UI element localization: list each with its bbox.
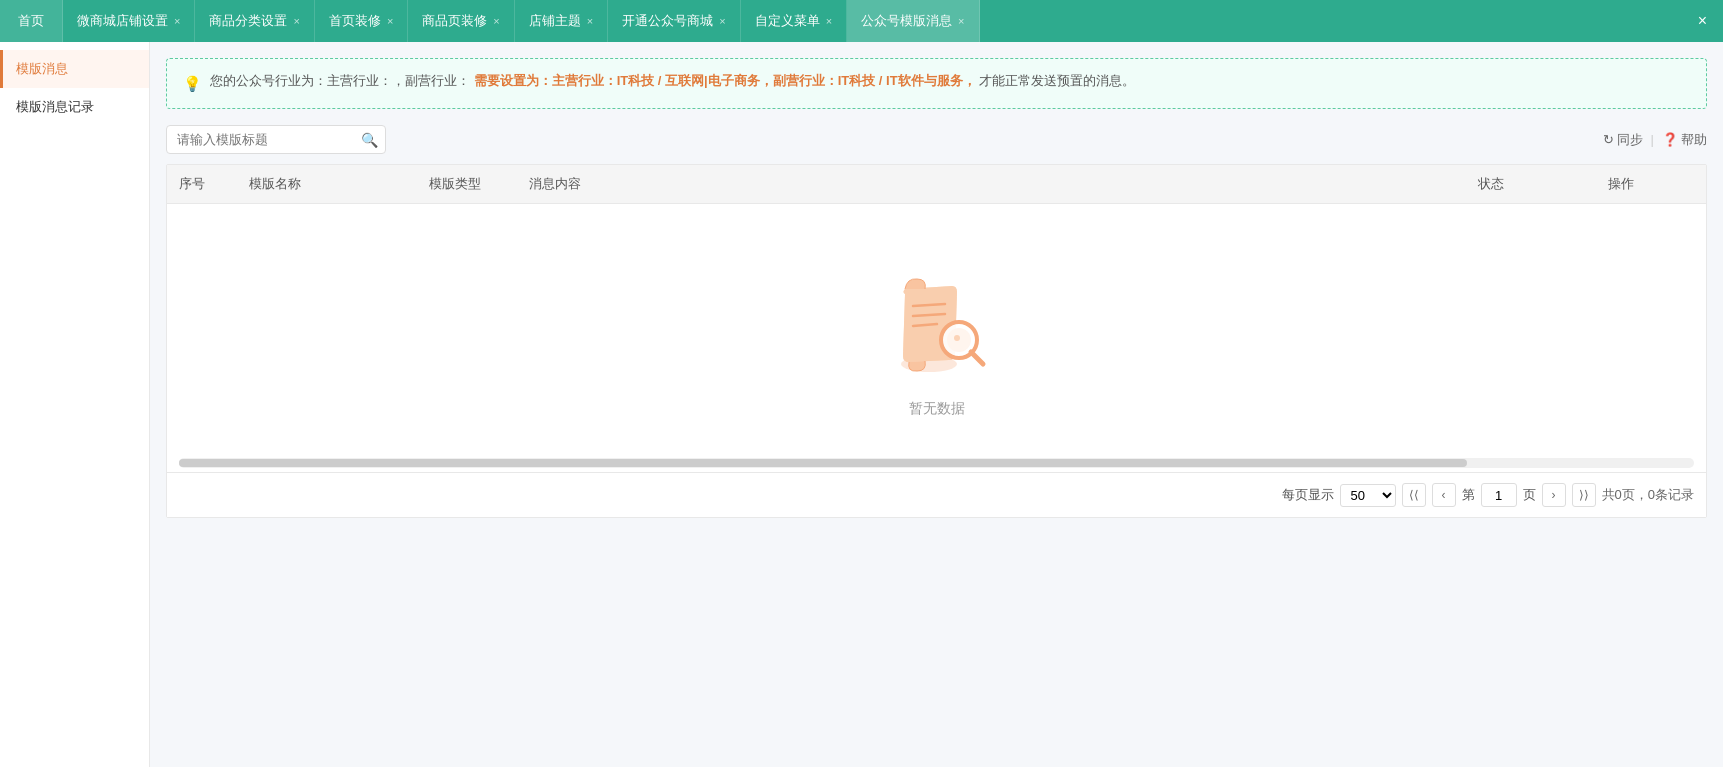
close-tab-template-msg[interactable]: × xyxy=(958,15,964,27)
col-header-content: 消息内容 xyxy=(517,165,1466,203)
next-page-button[interactable]: › xyxy=(1542,483,1566,507)
close-tab-category-settings[interactable]: × xyxy=(293,15,299,27)
nav-tab-home-decor[interactable]: 首页装修× xyxy=(315,0,408,42)
sidebar-item-template-record[interactable]: 模版消息记录 xyxy=(0,88,149,126)
page-word: 第 xyxy=(1462,486,1475,504)
close-tab-home-decor[interactable]: × xyxy=(387,15,393,27)
search-input[interactable] xyxy=(166,125,386,154)
empty-state: 暂无数据 xyxy=(167,204,1706,458)
horizontal-scrollbar[interactable] xyxy=(179,458,1694,468)
close-tab-open-mall[interactable]: × xyxy=(719,15,725,27)
nav-tab-category-settings[interactable]: 商品分类设置× xyxy=(195,0,314,42)
table-header: 序号 模版名称 模版类型 消息内容 状态 操作 xyxy=(167,165,1706,204)
sidebar-item-template-msg[interactable]: 模版消息 xyxy=(0,50,149,88)
top-nav: 首页微商城店铺设置×商品分类设置×首页装修×商品页装修×店铺主题×开通公众号商城… xyxy=(0,0,1723,42)
nav-tab-open-mall[interactable]: 开通公众号商城× xyxy=(608,0,740,42)
page-size-label: 每页显示 xyxy=(1282,486,1334,504)
col-header-status: 状态 xyxy=(1466,165,1596,203)
notice-text: 您的公众号行业为：主营行业：，副营行业： 需要设置为：主营行业：IT科技 / 互… xyxy=(210,71,1135,92)
notice-icon: 💡 xyxy=(183,72,202,96)
sync-icon: ↻ xyxy=(1603,132,1614,147)
close-tab-product-decor[interactable]: × xyxy=(493,15,499,27)
pagination: 每页显示 50 10 20 100 ⟨⟨ ‹ 第 页 › ⟩⟩ 共0页，0条记录 xyxy=(167,472,1706,517)
help-icon: ❓ xyxy=(1662,132,1678,147)
page-unit: 页 xyxy=(1523,486,1536,504)
nav-tab-home[interactable]: 首页 xyxy=(0,0,63,42)
page-number-input[interactable] xyxy=(1481,483,1517,507)
first-page-button[interactable]: ⟨⟨ xyxy=(1402,483,1426,507)
sync-help-area: ↻ 同步 | ❓ 帮助 xyxy=(1603,131,1707,149)
prev-page-button[interactable]: ‹ xyxy=(1432,483,1456,507)
close-tab-store-theme[interactable]: × xyxy=(587,15,593,27)
svg-point-7 xyxy=(954,335,960,341)
sync-button[interactable]: ↻ 同步 xyxy=(1603,131,1643,149)
page-size-select[interactable]: 50 10 20 100 xyxy=(1340,484,1396,507)
last-page-button[interactable]: ⟩⟩ xyxy=(1572,483,1596,507)
search-icon[interactable]: 🔍 xyxy=(361,132,378,148)
col-header-name: 模版名称 xyxy=(237,165,417,203)
col-header-action: 操作 xyxy=(1596,165,1706,203)
help-button[interactable]: ❓ 帮助 xyxy=(1662,131,1707,149)
nav-tab-product-decor[interactable]: 商品页装修× xyxy=(408,0,514,42)
nav-tab-template-msg[interactable]: 公众号模版消息× xyxy=(847,0,979,42)
global-close-button[interactable]: × xyxy=(1682,0,1723,42)
divider: | xyxy=(1651,132,1654,147)
content-area: 💡 您的公众号行业为：主营行业：，副营行业： 需要设置为：主营行业：IT科技 /… xyxy=(150,42,1723,767)
nav-tab-store-theme[interactable]: 店铺主题× xyxy=(515,0,608,42)
notice-banner: 💡 您的公众号行业为：主营行业：，副营行业： 需要设置为：主营行业：IT科技 /… xyxy=(166,58,1707,109)
search-bar: 🔍 ↻ 同步 | ❓ 帮助 xyxy=(166,125,1707,154)
main-layout: 模版消息模版消息记录 💡 您的公众号行业为：主营行业：，副营行业： 需要设置为：… xyxy=(0,42,1723,767)
scroll-thumb[interactable] xyxy=(179,459,1467,467)
empty-illustration xyxy=(877,264,997,384)
close-tab-custom-menu[interactable]: × xyxy=(826,15,832,27)
total-info: 共0页，0条记录 xyxy=(1602,486,1694,504)
nav-tab-store-settings[interactable]: 微商城店铺设置× xyxy=(63,0,195,42)
col-header-seq: 序号 xyxy=(167,165,237,203)
nav-tab-custom-menu[interactable]: 自定义菜单× xyxy=(741,0,847,42)
search-input-wrap: 🔍 xyxy=(166,125,386,154)
empty-text: 暂无数据 xyxy=(909,400,965,418)
col-header-type: 模版类型 xyxy=(417,165,517,203)
svg-line-8 xyxy=(971,352,983,364)
sidebar: 模版消息模版消息记录 xyxy=(0,42,150,767)
table: 序号 模版名称 模版类型 消息内容 状态 操作 xyxy=(166,164,1707,518)
close-tab-store-settings[interactable]: × xyxy=(174,15,180,27)
